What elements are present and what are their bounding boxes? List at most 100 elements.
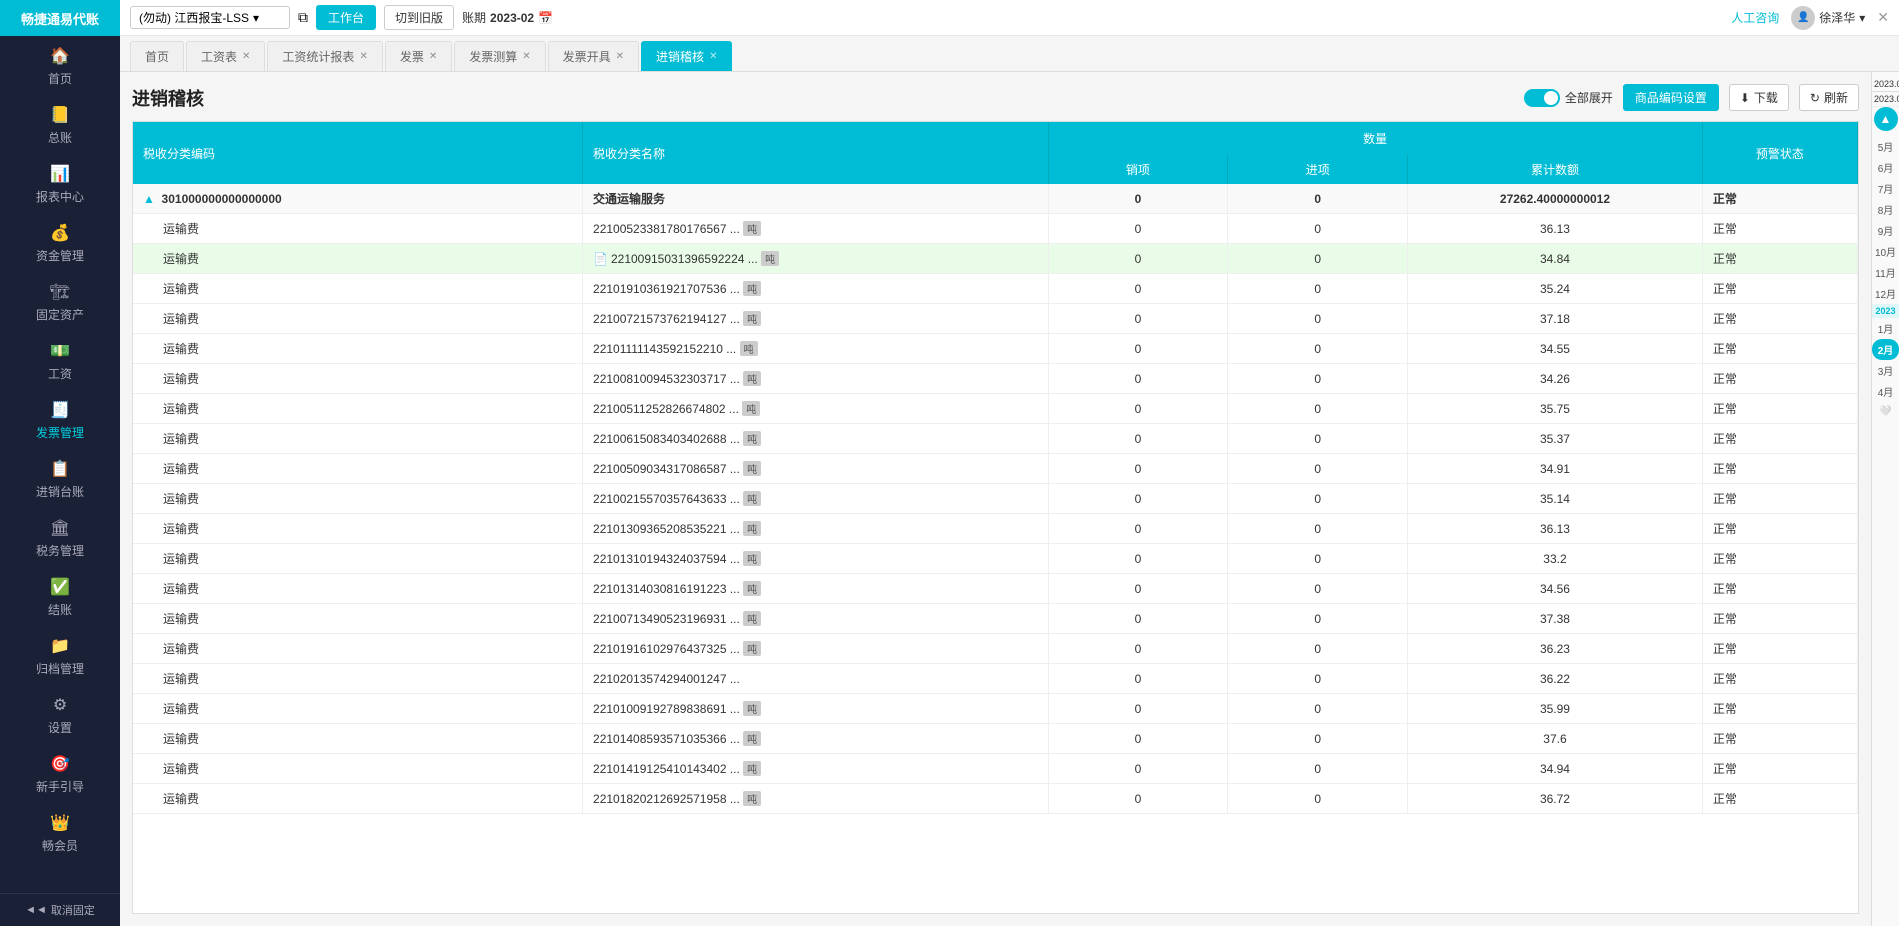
cell-name-indent: 运输费 bbox=[133, 574, 583, 604]
tab-close-icon[interactable]: ✕ bbox=[522, 51, 530, 62]
sidebar-item-salary[interactable]: 💵 工资 bbox=[0, 331, 120, 390]
cell-status: 正常 bbox=[1702, 604, 1857, 634]
table-row: 运输费 22100615083403402688 ... 吨 0 0 35.37… bbox=[133, 424, 1858, 454]
tab-close-icon[interactable]: ✕ bbox=[709, 51, 717, 62]
company-selector[interactable]: (勿动) 江西报宝-LSS ▾ bbox=[130, 6, 290, 29]
col-header-status: 预警状态 bbox=[1702, 122, 1857, 184]
cell-status: 正常 bbox=[1702, 304, 1857, 334]
tab-close-icon[interactable]: ✕ bbox=[242, 51, 250, 62]
unit-tag: 吨 bbox=[743, 731, 761, 746]
unit-tag: 吨 bbox=[743, 701, 761, 716]
sidebar-item-assets[interactable]: 🏗 固定资产 bbox=[0, 272, 120, 331]
cell-sales: 0 bbox=[1048, 514, 1228, 544]
workspace-button[interactable]: 工作台 bbox=[316, 5, 376, 30]
tab-invoice-issue[interactable]: 发票开具 ✕ bbox=[548, 41, 639, 71]
cell-sales: 0 bbox=[1048, 754, 1228, 784]
sidebar-item-report[interactable]: 📊 报表中心 bbox=[0, 154, 120, 213]
salary-icon: 💵 bbox=[50, 341, 70, 361]
tab-bar: 首页 工资表 ✕ 工资统计报表 ✕ 发票 ✕ 发票测算 ✕ 发票开具 ✕ 进销稽… bbox=[120, 36, 1899, 72]
cell-name-indent: 运输费 bbox=[133, 484, 583, 514]
cell-purchase: 0 bbox=[1228, 694, 1408, 724]
tab-sales-check[interactable]: 进销稽核 ✕ bbox=[641, 41, 732, 71]
unpin-button[interactable]: ◄◄ 取消固定 bbox=[0, 893, 120, 926]
table-row: 运输费 22101910361921707536 ... 吨 0 0 35.24… bbox=[133, 274, 1858, 304]
tab-close-icon[interactable]: ✕ bbox=[359, 51, 367, 62]
month-11[interactable]: 11月 bbox=[1872, 262, 1899, 283]
month-2-active[interactable]: 2月 bbox=[1872, 339, 1899, 360]
cell-invoice: 22101009192789838691 ... 吨 bbox=[583, 694, 1049, 724]
user-menu[interactable]: 👤 徐泽华 ▾ bbox=[1791, 6, 1865, 30]
sidebar-item-home[interactable]: 🏠 首页 bbox=[0, 36, 120, 95]
sidebar-item-guide[interactable]: 🎯 新手引导 bbox=[0, 744, 120, 803]
month-9[interactable]: 9月 bbox=[1872, 220, 1899, 241]
month-8[interactable]: 8月 bbox=[1872, 199, 1899, 220]
sidebar-item-sales[interactable]: 📋 进销台账 bbox=[0, 449, 120, 508]
month-1[interactable]: 1月 bbox=[1872, 318, 1899, 339]
sidebar-item-capital[interactable]: 💰 资金管理 bbox=[0, 213, 120, 272]
sidebar-item-ledger[interactable]: 📒 总账 bbox=[0, 95, 120, 154]
report-icon: 📊 bbox=[50, 164, 70, 184]
cell-cumulative: 35.14 bbox=[1408, 484, 1703, 514]
sidebar-item-archive[interactable]: 📁 归档管理 bbox=[0, 626, 120, 685]
support-link[interactable]: 人工咨询 bbox=[1731, 9, 1779, 26]
cell-cumulative: 36.23 bbox=[1408, 634, 1703, 664]
tab-home[interactable]: 首页 bbox=[130, 41, 184, 71]
calendar-icon[interactable]: 📅 bbox=[538, 11, 553, 25]
tab-payroll-stats[interactable]: 工资统计报表 ✕ bbox=[267, 41, 382, 71]
unit-tag: 吨 bbox=[743, 611, 761, 626]
month-6[interactable]: 6月 bbox=[1872, 157, 1899, 178]
page-title: 进销稽核 bbox=[132, 85, 204, 111]
table-row: 运输费 22101314030816191223 ... 吨 0 0 34.56… bbox=[133, 574, 1858, 604]
cell-sales: 0 bbox=[1048, 274, 1228, 304]
cell-purchase: 0 bbox=[1228, 784, 1408, 814]
sidebar-item-settle[interactable]: ✅ 结账 bbox=[0, 567, 120, 626]
month-3[interactable]: 3月 bbox=[1872, 360, 1899, 381]
month-12[interactable]: 12月 bbox=[1872, 283, 1899, 304]
expand-toggle-label[interactable]: 全部展开 bbox=[1524, 89, 1613, 107]
tab-invoice[interactable]: 发票 ✕ bbox=[385, 41, 452, 71]
table-row: 运输费 22100713490523196931 ... 吨 0 0 37.38… bbox=[133, 604, 1858, 634]
sidebar-item-member[interactable]: 👑 畅会员 bbox=[0, 803, 120, 862]
table-row: 运输费 📄22100915031396592224 ... 吨 0 0 34.8… bbox=[133, 244, 1858, 274]
month-5[interactable]: 5月 bbox=[1872, 136, 1899, 157]
close-icon[interactable]: ✕ bbox=[1877, 9, 1889, 26]
month-10[interactable]: 10月 bbox=[1872, 241, 1899, 262]
month-4[interactable]: 4月 bbox=[1872, 381, 1899, 402]
cell-invoice: 22101408593571035366 ... 吨 bbox=[583, 724, 1049, 754]
table-row: 运输费 22101408593571035366 ... 吨 0 0 37.6 … bbox=[133, 724, 1858, 754]
cell-invoice: 📄22100915031396592224 ... 吨 bbox=[583, 244, 1049, 274]
page-content: 进销稽核 全部展开 商品编码设置 ⬇ 下载 ↻ 刷新 bbox=[120, 72, 1899, 926]
sidebar-item-settings[interactable]: ⚙ 设置 bbox=[0, 685, 120, 744]
download-button[interactable]: ⬇ 下载 bbox=[1729, 84, 1789, 111]
cell-invoice: 22101111143592152210 ... 吨 bbox=[583, 334, 1049, 364]
cell-sales: 0 bbox=[1048, 634, 1228, 664]
tab-close-icon[interactable]: ✕ bbox=[429, 51, 437, 62]
table-row: 运输费 22100215570357643633 ... 吨 0 0 35.14… bbox=[133, 484, 1858, 514]
cell-purchase: 0 bbox=[1228, 574, 1408, 604]
cell-purchase: 0 bbox=[1228, 394, 1408, 424]
sidebar-item-tax[interactable]: 🏛 税务管理 bbox=[0, 508, 120, 567]
file-icon[interactable]: 📄 bbox=[593, 252, 608, 266]
tab-payroll[interactable]: 工资表 ✕ bbox=[186, 41, 265, 71]
settings-button[interactable]: 商品编码设置 bbox=[1623, 84, 1719, 111]
tab-close-icon[interactable]: ✕ bbox=[616, 51, 624, 62]
cell-status: 正常 bbox=[1702, 694, 1857, 724]
cell-sales: 0 bbox=[1048, 664, 1228, 694]
sidebar-item-invoice[interactable]: 🧾 发票管理 bbox=[0, 390, 120, 449]
cell-purchase: 0 bbox=[1228, 664, 1408, 694]
month-7[interactable]: 7月 bbox=[1872, 178, 1899, 199]
panel-year-label-top2: 2023.02 bbox=[1872, 92, 1899, 107]
refresh-icon: ↻ bbox=[1810, 91, 1820, 105]
expand-toggle[interactable] bbox=[1524, 89, 1560, 107]
cell-cumulative: 37.38 bbox=[1408, 604, 1703, 634]
tab-invoice-calc[interactable]: 发票测算 ✕ bbox=[454, 41, 545, 71]
scroll-up-button[interactable]: ▲ bbox=[1874, 107, 1898, 131]
unit-tag: 吨 bbox=[743, 581, 761, 596]
cell-name-indent: 运输费 bbox=[133, 394, 583, 424]
expand-icon[interactable]: ▲ bbox=[143, 192, 155, 206]
switch-version-button[interactable]: 切到旧版 bbox=[384, 5, 454, 30]
cell-purchase: 0 bbox=[1228, 304, 1408, 334]
refresh-button[interactable]: ↻ 刷新 bbox=[1799, 84, 1859, 111]
copy-icon[interactable]: ⧉ bbox=[298, 9, 308, 26]
cell-invoice: 22100511252826674802 ... 吨 bbox=[583, 394, 1049, 424]
